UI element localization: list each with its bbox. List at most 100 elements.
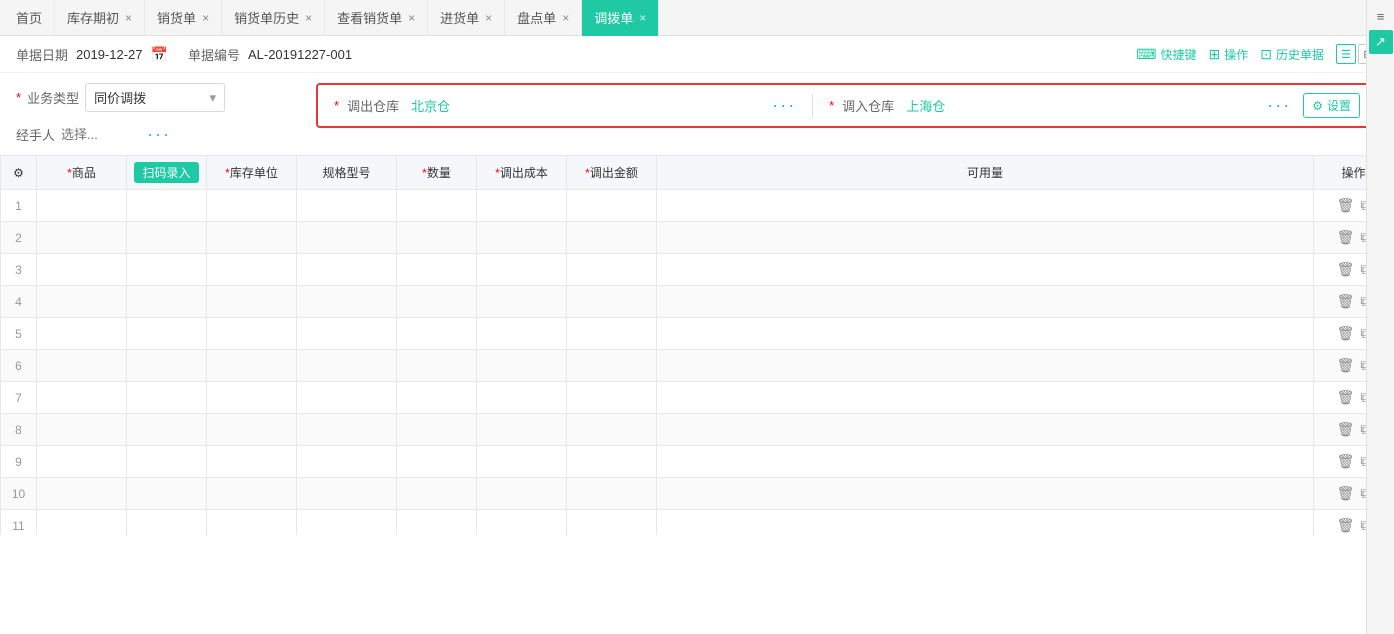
delete-icon[interactable]: 🗑	[1337, 229, 1355, 246]
row-qty	[397, 446, 477, 478]
warehouse-in-required: *	[829, 98, 834, 113]
row-product[interactable]	[37, 510, 127, 536]
delete-icon[interactable]: 🗑	[1337, 421, 1355, 438]
row-amount	[567, 382, 657, 414]
delete-icon[interactable]: 🗑	[1337, 453, 1355, 470]
warehouse-divider	[812, 94, 813, 118]
row-qty	[397, 414, 477, 446]
row-product[interactable]	[37, 446, 127, 478]
row-amount	[567, 510, 657, 536]
person-input[interactable]	[61, 127, 141, 142]
tab-close-history[interactable]: ×	[305, 11, 312, 25]
calendar-icon[interactable]: 📅	[151, 46, 168, 63]
row-scan-placeholder	[127, 318, 207, 350]
row-unit	[207, 190, 297, 222]
row-product[interactable]	[37, 190, 127, 222]
warehouse-in-more-icon[interactable]: ···	[1267, 95, 1291, 116]
table-row: 1 🗑 ⧉	[1, 190, 1394, 222]
tab-sales-order[interactable]: 销货单 ×	[145, 0, 222, 36]
delete-icon[interactable]: 🗑	[1337, 389, 1355, 406]
col-spec: 规格型号	[297, 156, 397, 190]
delete-icon[interactable]: 🗑	[1337, 293, 1355, 310]
tab-purchase-order[interactable]: 进货单 ×	[428, 0, 505, 36]
sidebar-export-icon[interactable]: ↗	[1369, 30, 1393, 54]
row-qty	[397, 478, 477, 510]
row-scan-placeholder	[127, 350, 207, 382]
row-product[interactable]	[37, 350, 127, 382]
row-cost	[477, 382, 567, 414]
row-unit	[207, 318, 297, 350]
col-qty: *数量	[397, 156, 477, 190]
row-qty	[397, 510, 477, 536]
gear-icon: ⚙	[13, 166, 24, 180]
shortcuts-button[interactable]: ⌨ 快捷键	[1136, 46, 1196, 63]
row-product[interactable]	[37, 382, 127, 414]
row-product[interactable]	[37, 222, 127, 254]
row-amount	[567, 222, 657, 254]
delete-icon[interactable]: 🗑	[1337, 197, 1355, 214]
row-scan-placeholder	[127, 446, 207, 478]
operations-button[interactable]: ⊞ 操作	[1209, 46, 1249, 63]
row-scan-placeholder	[127, 478, 207, 510]
tab-close-purchase[interactable]: ×	[485, 11, 492, 25]
row-scan-placeholder	[127, 254, 207, 286]
sidebar-list-icon[interactable]: ≡	[1369, 4, 1393, 28]
col-amount: *调出金额	[567, 156, 657, 190]
history-icon: ⊡	[1260, 46, 1272, 63]
tab-close-stock[interactable]: ×	[562, 11, 569, 25]
tab-close-view-sales[interactable]: ×	[408, 11, 415, 25]
row-cost	[477, 190, 567, 222]
tab-inventory-init[interactable]: 库存期初 ×	[55, 0, 145, 36]
settings-button[interactable]: ⚙ 设置	[1303, 93, 1360, 118]
table-row: 4 🗑 ⧉	[1, 286, 1394, 318]
row-number: 3	[1, 254, 37, 286]
row-product[interactable]	[37, 478, 127, 510]
row-qty	[397, 350, 477, 382]
row-available	[657, 350, 1314, 382]
row-product[interactable]	[37, 254, 127, 286]
tab-transfer-order[interactable]: 调拨单 ×	[582, 0, 659, 36]
chevron-down-icon: ▾	[210, 90, 217, 106]
row-cost	[477, 414, 567, 446]
delete-icon[interactable]: 🗑	[1337, 357, 1355, 374]
row-number: 2	[1, 222, 37, 254]
row-number: 8	[1, 414, 37, 446]
tab-sales-history[interactable]: 销货单历史 ×	[222, 0, 325, 36]
delete-icon[interactable]: 🗑	[1337, 485, 1355, 502]
tab-view-sales[interactable]: 查看销货单 ×	[325, 0, 428, 36]
row-product[interactable]	[37, 286, 127, 318]
row-unit	[207, 286, 297, 318]
row-product[interactable]	[37, 318, 127, 350]
table-row: 9 🗑 ⧉	[1, 446, 1394, 478]
col-scan: 扫码录入	[127, 156, 207, 190]
row-spec	[297, 446, 397, 478]
col-gear[interactable]: ⚙	[1, 156, 37, 190]
scan-button[interactable]: 扫码录入	[134, 162, 198, 183]
tab-close-transfer[interactable]: ×	[639, 11, 646, 25]
tab-bar: 首页 库存期初 × 销货单 × 销货单历史 × 查看销货单 × 进货单 × 盘点…	[0, 0, 1394, 36]
layout-btn-list[interactable]: ☰	[1336, 44, 1356, 64]
person-more-icon[interactable]: ···	[147, 124, 171, 145]
col-product: *商品	[37, 156, 127, 190]
row-cost	[477, 478, 567, 510]
row-scan-placeholder	[127, 286, 207, 318]
tab-close-inventory[interactable]: ×	[125, 11, 132, 25]
delete-icon[interactable]: 🗑	[1337, 517, 1355, 534]
warehouse-out-more-icon[interactable]: ···	[772, 95, 796, 116]
history-button[interactable]: ⊡ 历史单据	[1260, 46, 1324, 63]
row-qty	[397, 254, 477, 286]
delete-icon[interactable]: 🗑	[1337, 261, 1355, 278]
tab-home[interactable]: 首页	[4, 0, 55, 36]
tab-stock-check[interactable]: 盘点单 ×	[505, 0, 582, 36]
row-product[interactable]	[37, 414, 127, 446]
row-spec	[297, 318, 397, 350]
delete-icon[interactable]: 🗑	[1337, 325, 1355, 342]
row-number: 5	[1, 318, 37, 350]
form-header-right: ⌨ 快捷键 ⊞ 操作 ⊡ 历史单据 ☰ ⊞	[1136, 44, 1378, 64]
operations-icon: ⊞	[1209, 46, 1221, 63]
biz-type-select[interactable]: 同价调拨 ▾	[85, 83, 225, 112]
row-spec	[297, 382, 397, 414]
row-amount	[567, 446, 657, 478]
warehouse-in-value: 上海仓	[906, 96, 945, 115]
tab-close-sales[interactable]: ×	[202, 11, 209, 25]
